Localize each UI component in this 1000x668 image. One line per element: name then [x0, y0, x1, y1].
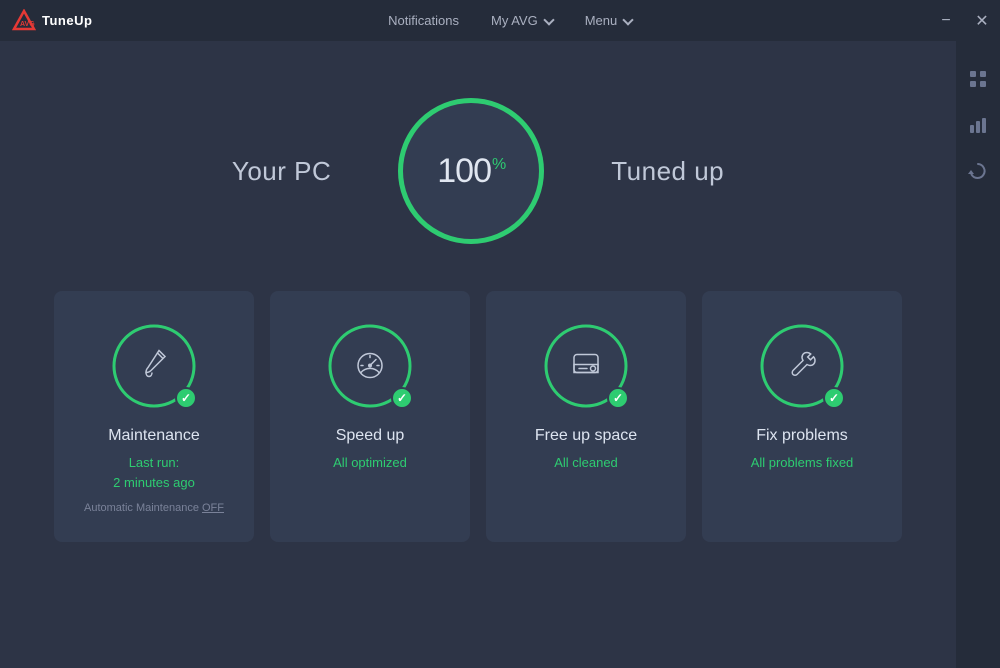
- free-space-checkmark: ✓: [607, 387, 629, 409]
- speedometer-svg: [353, 347, 387, 381]
- notifications-nav[interactable]: Notifications: [374, 0, 473, 41]
- menu-nav[interactable]: Menu: [571, 0, 647, 41]
- speed-icon-wrapper: ✓: [325, 321, 415, 411]
- avg-logo: AVG TuneUp: [12, 9, 92, 33]
- titlebar-left: AVG TuneUp: [12, 9, 92, 33]
- chart-sidebar-icon[interactable]: [960, 107, 996, 143]
- free-space-card[interactable]: ✓ Free up space All cleaned: [486, 291, 686, 542]
- maintenance-icon: [137, 347, 171, 386]
- speed-up-card[interactable]: ✓ Speed up All optimized: [270, 291, 470, 542]
- circle-meter: 100%: [391, 91, 551, 251]
- fix-problems-icon-wrapper: ✓: [757, 321, 847, 411]
- close-button[interactable]: ✕: [964, 0, 1000, 41]
- free-space-status: All cleaned: [554, 453, 618, 473]
- free-space-icon: [569, 347, 603, 386]
- cards-section: ✓ Maintenance Last run: 2 minutes ago Au…: [0, 291, 956, 542]
- svg-text:AVG: AVG: [20, 21, 35, 28]
- hdd-svg: [569, 347, 603, 381]
- right-sidebar: [956, 41, 1000, 668]
- maintenance-title: Maintenance: [108, 427, 200, 445]
- speed-icon: [353, 347, 387, 386]
- hero-section: Your PC 100% Tuned up: [232, 41, 724, 291]
- wrench-svg: [785, 347, 819, 381]
- brush-svg: [137, 347, 171, 381]
- logo-text: TuneUp: [42, 13, 92, 28]
- maintenance-status: Last run: 2 minutes ago: [113, 453, 195, 492]
- hero-left-text: Your PC: [232, 156, 331, 187]
- free-space-icon-wrapper: ✓: [541, 321, 631, 411]
- hero-right-text: Tuned up: [611, 156, 724, 187]
- maintenance-icon-wrapper: ✓: [109, 321, 199, 411]
- refresh-sidebar-icon[interactable]: [960, 153, 996, 189]
- titlebar-nav: Notifications My AVG Menu: [374, 0, 646, 41]
- speed-checkmark: ✓: [391, 387, 413, 409]
- main-content: Your PC 100% Tuned up: [0, 41, 956, 668]
- free-space-title: Free up space: [535, 427, 637, 445]
- auto-maintenance-toggle[interactable]: OFF: [202, 502, 224, 514]
- chart-icon: [968, 115, 988, 135]
- titlebar-controls: − ✕: [928, 0, 1000, 41]
- circle-value: 100%: [437, 152, 505, 191]
- fix-problems-icon: [785, 347, 819, 386]
- maintenance-card[interactable]: ✓ Maintenance Last run: 2 minutes ago Au…: [54, 291, 254, 542]
- fix-problems-card[interactable]: ✓ Fix problems All problems fixed: [702, 291, 902, 542]
- fix-problems-title: Fix problems: [756, 427, 848, 445]
- circle-unit: %: [492, 156, 505, 173]
- maintenance-checkmark: ✓: [175, 387, 197, 409]
- my-avg-nav[interactable]: My AVG: [477, 0, 567, 41]
- maintenance-extra: Automatic Maintenance OFF: [84, 500, 224, 518]
- menu-chevron: [623, 14, 634, 25]
- circle-inner: 100%: [403, 103, 539, 239]
- fix-problems-status: All problems fixed: [751, 453, 854, 473]
- my-avg-chevron: [543, 14, 554, 25]
- fix-problems-checkmark: ✓: [823, 387, 845, 409]
- speed-status: All optimized: [333, 453, 407, 473]
- speed-title: Speed up: [336, 427, 405, 445]
- grid-icon: [968, 69, 988, 89]
- avg-logo-icon: AVG: [12, 9, 36, 33]
- refresh-icon: [968, 161, 988, 181]
- grid-sidebar-icon[interactable]: [960, 61, 996, 97]
- minimize-button[interactable]: −: [928, 0, 964, 41]
- titlebar: AVG TuneUp Notifications My AVG Menu − ✕: [0, 0, 1000, 41]
